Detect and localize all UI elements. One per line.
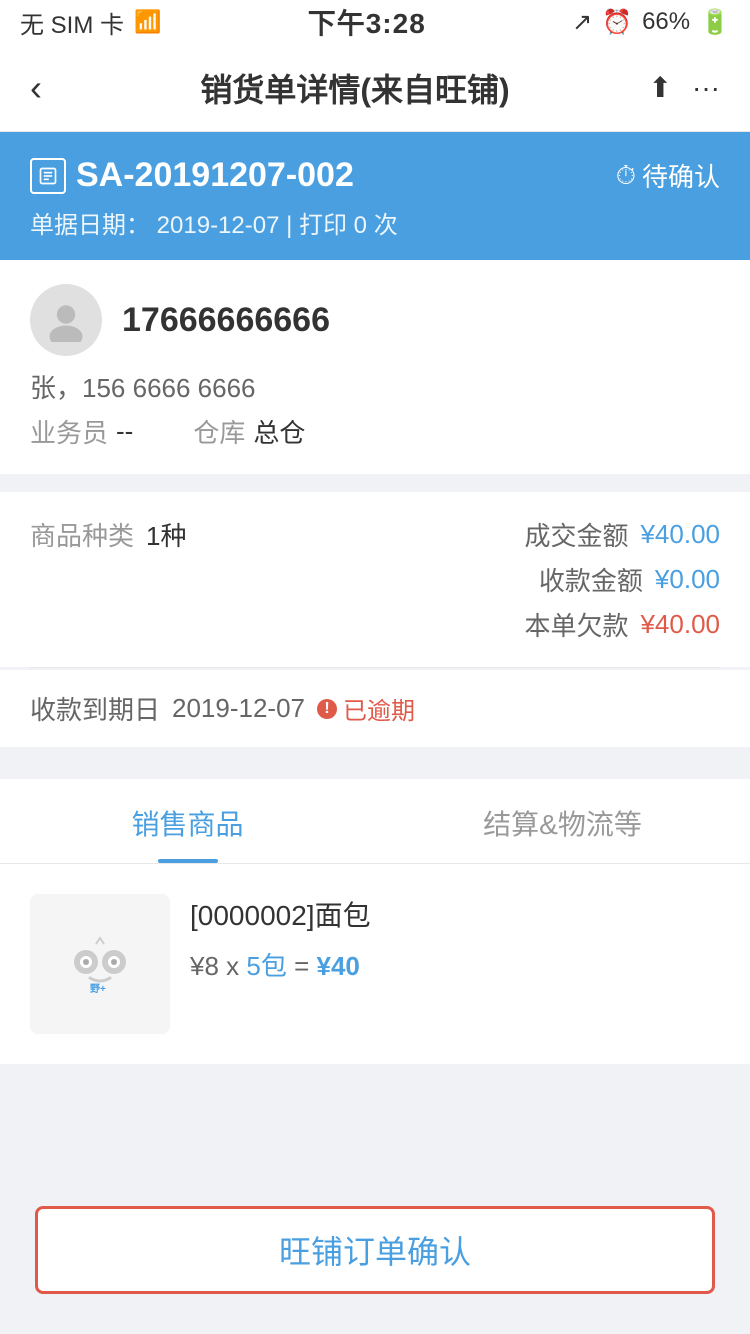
overdue-icon: ! [317, 699, 337, 719]
sales-meta: 业务员 -- [30, 413, 133, 450]
battery-icon: 🔋 [700, 8, 730, 37]
receipt-label: 收款金额 [539, 561, 643, 598]
confirm-order-button[interactable]: 旺铺订单确认 [35, 1206, 715, 1294]
order-icon [30, 158, 66, 194]
time-display: 下午3:28 [308, 2, 426, 42]
order-header-top: SA-20191207-002 ⏱ 待确认 [30, 156, 720, 195]
customer-row: 17666666666 [30, 284, 720, 356]
warehouse-meta: 仓库 总仓 [193, 413, 305, 450]
date-value: 2019-12-07 [157, 212, 280, 239]
warehouse-value: 总仓 [253, 413, 305, 450]
avatar [30, 284, 102, 356]
product-info: [0000002]面包 ¥8 x 5包 = ¥40 [190, 894, 720, 1034]
order-id-text: SA-20191207-002 [76, 156, 354, 195]
receipt-value: ¥0.00 [655, 564, 720, 595]
due-section: 收款到期日 2019-12-07 ! 已逾期 [0, 670, 750, 747]
share-icon[interactable]: ⬆ [649, 71, 672, 104]
due-label: 收款到期日 [30, 690, 160, 727]
wifi-icon: 📶 [134, 9, 161, 35]
product-name: [0000002]面包 [190, 894, 720, 934]
tab-sales-products[interactable]: 销售商品 [0, 779, 375, 863]
battery-text: 66% [642, 8, 690, 36]
order-id: SA-20191207-002 [30, 156, 354, 195]
customer-name-info: 张，156 6666 6666 [30, 368, 720, 405]
customer-section: 17666666666 张，156 6666 6666 业务员 -- 仓库 总仓 [0, 260, 750, 474]
nav-bar: ‹ 销货单详情(来自旺铺) ⬆ ··· [0, 44, 750, 132]
transaction-value: ¥40.00 [640, 519, 720, 550]
debt-label: 本单欠款 [524, 606, 628, 643]
back-button[interactable]: ‹ [30, 67, 90, 109]
overdue-text: 已逾期 [343, 691, 415, 726]
amounts: 成交金额 ¥40.00 收款金额 ¥0.00 本单欠款 ¥40.00 [524, 516, 720, 643]
divider-1 [0, 476, 750, 492]
svg-text:野+: 野+ [90, 983, 106, 994]
tab-settlement-logistics[interactable]: 结算&物流等 [375, 779, 750, 863]
location-icon: ↗ [572, 8, 592, 37]
overdue-badge: ! 已逾期 [317, 691, 415, 726]
summary-section: 商品种类 1种 成交金额 ¥40.00 收款金额 ¥0.00 本单欠款 ¥40.… [0, 492, 750, 667]
order-date-row: 单据日期： 2019-12-07 | 打印 0 次 [30, 205, 720, 240]
goods-type: 商品种类 1种 [30, 516, 186, 553]
divider-2 [0, 747, 750, 763]
date-label: 单据日期： [30, 212, 150, 239]
transaction-label: 成交金额 [524, 516, 628, 553]
tabs-section: 销售商品 结算&物流等 [0, 779, 750, 864]
multiply-sign: x [226, 951, 246, 981]
sales-value: -- [116, 416, 133, 447]
product-section: 野+ [0000002]面包 ¥8 x 5包 = ¥40 [0, 864, 750, 1064]
nav-actions: ⬆ ··· [620, 71, 720, 104]
product-thumbnail: 野+ [30, 894, 170, 1034]
customer-meta: 业务员 -- 仓库 总仓 [30, 413, 720, 450]
warehouse-label: 仓库 [193, 413, 245, 450]
thin-divider [30, 667, 720, 668]
page-title: 销货单详情(来自旺铺) [90, 65, 620, 111]
debt-value: ¥40.00 [640, 609, 720, 640]
debt-row: 本单欠款 ¥40.00 [524, 606, 720, 643]
goods-type-label: 商品种类 [30, 516, 134, 553]
price-value: ¥8 [190, 951, 219, 981]
transaction-row: 成交金额 ¥40.00 [524, 516, 720, 553]
tabs-row: 销售商品 结算&物流等 [0, 779, 750, 863]
order-status: ⏱ 待确认 [616, 157, 720, 194]
status-text: 待确认 [642, 157, 720, 194]
product-item: 野+ [0000002]面包 ¥8 x 5包 = ¥40 [30, 884, 720, 1044]
quantity: 5包 [246, 951, 286, 981]
due-date: 2019-12-07 [172, 693, 305, 724]
status-bar: 无 SIM 卡 📶 下午3:28 ↗ ⏰ 66% 🔋 [0, 0, 750, 44]
order-header: SA-20191207-002 ⏱ 待确认 单据日期： 2019-12-07 |… [0, 132, 750, 260]
equals-sign: = [294, 951, 316, 981]
carrier-text: 无 SIM 卡 [20, 5, 124, 40]
confirm-btn-container: 旺铺订单确认 [35, 1206, 715, 1294]
receipt-row: 收款金额 ¥0.00 [539, 561, 720, 598]
sales-label: 业务员 [30, 413, 108, 450]
more-icon[interactable]: ··· [692, 72, 720, 104]
total-price: ¥40 [317, 951, 360, 981]
status-left: 无 SIM 卡 📶 [20, 5, 161, 40]
summary-row: 商品种类 1种 成交金额 ¥40.00 收款金额 ¥0.00 本单欠款 ¥40.… [30, 516, 720, 643]
product-price: ¥8 x 5包 = ¥40 [190, 946, 720, 983]
print-info: | 打印 0 次 [286, 212, 398, 239]
alarm-icon: ⏰ [602, 8, 632, 37]
goods-type-value: 1种 [146, 516, 186, 553]
customer-phone[interactable]: 17666666666 [122, 301, 330, 340]
status-right: ↗ ⏰ 66% 🔋 [572, 8, 730, 37]
status-clock-icon: ⏱ [616, 160, 636, 192]
